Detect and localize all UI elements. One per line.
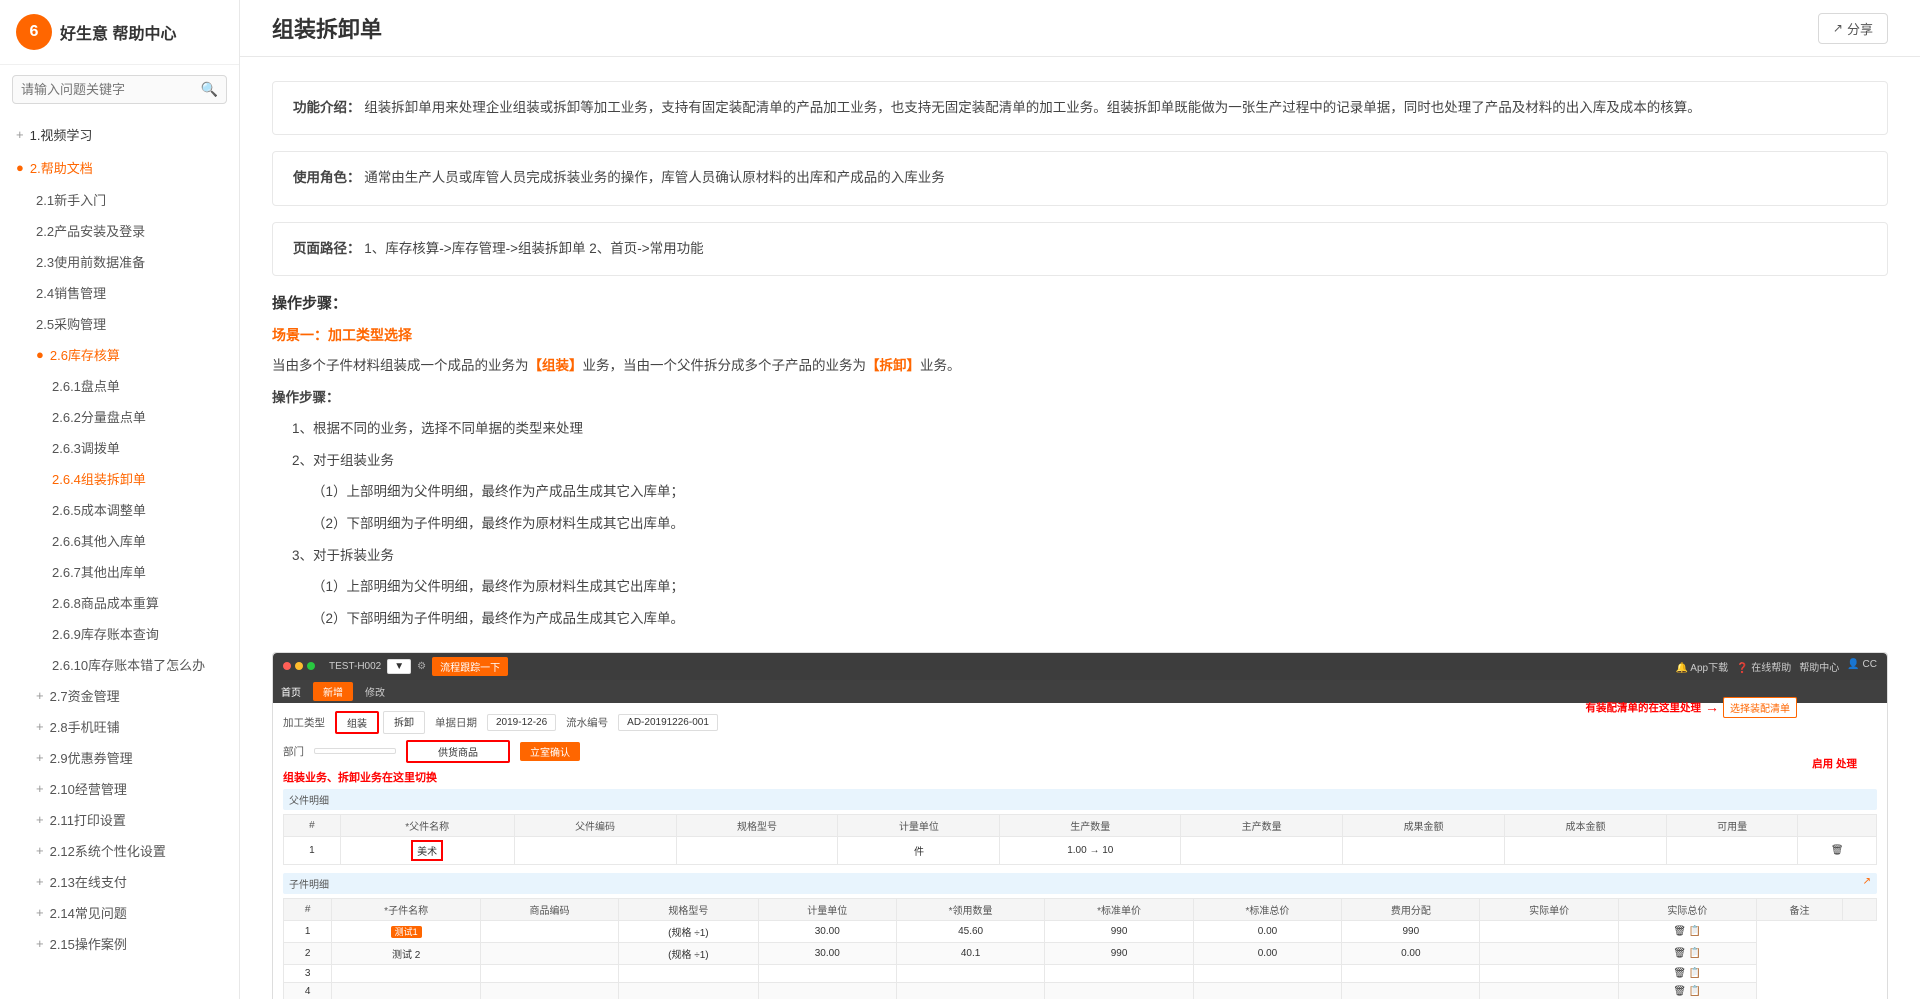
table-row: 2 测试 2 (规格 ÷1) 30.00 40.1 990 0.00 0.00 [284,942,1877,964]
app-screenshot: TEST-H002 ▼ ⚙ 流程跟踪一下 🔔 App下载 ❓ 在线帮助 帮助中心… [273,653,1887,999]
collapse-sub-icon: ● [36,347,44,362]
type-btn-assembly[interactable]: 组装 [335,711,379,734]
lower-table: # *子件名称 商品编码 规格型号 计量单位 *领用数量 *标准单价 *标准总价… [283,898,1877,999]
search-icon[interactable]: 🔍 [201,81,218,98]
sidebar-item-sales[interactable]: 2.4销售管理 [0,277,239,308]
annotation2: 组装业务、拆卸业务在这里切换 [283,769,437,785]
table-row: 4 🗑 📋 [284,982,1877,999]
sidebar-item-fund[interactable]: + 2.7资金管理 [0,680,239,711]
sidebar-item-other-in[interactable]: 2.6.6其他入库单 [0,525,239,556]
path-intro-label: 页面路径： [293,241,361,256]
sidebar-item-new-user[interactable]: 2.1新手入门 [0,184,239,215]
sidebar-item-custom[interactable]: + 2.12系统个性化设置 [0,835,239,866]
annotation1: 有装配清单的在这里处理 [1586,700,1702,715]
step2: 2、对于组装业务 [292,448,1888,474]
sidebar-item-cases[interactable]: + 2.15操作案例 [0,928,239,959]
sidebar-item-docs[interactable]: ● 2.帮助文档 [0,151,239,184]
step3-2: （2）下部明细为子件明细，最终作为产成品生成其它入库单。 [312,606,1888,632]
table-row: 1 美术 件 1.00 → 10 🗑 [284,836,1877,864]
step2-1: （1）上部明细为父件明细，最终作为产成品生成其它入库单； [312,479,1888,505]
annotation3: 启用 处理 [1812,756,1857,771]
page-title: 组装拆卸单 [272,12,382,44]
sidebar-item-purchase[interactable]: 2.5采购管理 [0,308,239,339]
sidebar-item-assembly[interactable]: 2.6.4组装拆卸单 [0,463,239,494]
confirm-btn[interactable]: 立室确认 [520,742,580,761]
sidebar-item-adjust[interactable]: 2.6.3调拨单 [0,432,239,463]
share-button[interactable]: ↗ 分享 [1818,13,1888,44]
sidebar-item-stock-error[interactable]: 2.6.10库存账本错了怎么办 [0,649,239,680]
search-goods[interactable]: 供货商品 [406,740,510,763]
func-intro-label: 功能介绍： [293,100,361,115]
func-intro-block: 功能介绍： 组装拆卸单用来处理企业组装或拆卸等加工业务，支持有固定装配清单的产品… [272,81,1888,135]
content-area: 功能介绍： 组装拆卸单用来处理企业组装或拆卸等加工业务，支持有固定装配清单的产品… [240,57,1920,999]
role-intro-text: 通常由生产人员或库管人员完成拆装业务的操作，库管人员确认原材料的出库和产成品的入… [364,170,945,185]
process-btn[interactable]: 流程跟踪一下 [432,657,508,676]
role-intro-block: 使用角色： 通常由生产人员或库管人员完成拆装业务的操作，库管人员确认原材料的出库… [272,151,1888,205]
search-box[interactable]: 🔍 [12,75,227,104]
step1: 1、根据不同的业务，选择不同单据的类型来处理 [292,416,1888,442]
expand-icon: + [16,127,24,142]
sidebar-item-coupon[interactable]: + 2.9优惠券管理 [0,742,239,773]
sidebar-item-mobile[interactable]: + 2.8手机旺铺 [0,711,239,742]
sidebar-item-inventory[interactable]: ● 2.6库存核算 [0,339,239,370]
scene1-heading: 场景一：加工类型选择 [272,325,1888,345]
step3-1: （1）上部明细为父件明细，最终作为原材料生成其它出库单； [312,574,1888,600]
sidebar-item-stock-check[interactable]: 2.6.9库存账本查询 [0,618,239,649]
sidebar-item-video[interactable]: + 1.视频学习 [0,118,239,151]
path-intro-block: 页面路径： 1、库存核算->库存管理->组装拆卸单 2、首页->常用功能 [272,222,1888,276]
upper-table: # *父件名称 父件编码 规格型号 计量单位 生产数量 主产数量 成果金额 成本… [283,814,1877,865]
path-intro-text: 1、库存核算->库存管理->组装拆卸单 2、首页->常用功能 [364,241,703,256]
main-content: 组装拆卸单 ↗ 分享 功能介绍： 组装拆卸单用来处理企业组装或拆卸等加工业务，支… [240,0,1920,999]
step2-2: （2）下部明细为子件明细，最终作为原材料生成其它出库单。 [312,511,1888,537]
collapse-icon: ● [16,160,24,175]
type-btn-disassemble[interactable]: 拆卸 [383,711,425,734]
sidebar-header: 6 好生意 帮助中心 [0,0,239,65]
sidebar-item-prep[interactable]: 2.3使用前数据准备 [0,246,239,277]
screenshot-container: TEST-H002 ▼ ⚙ 流程跟踪一下 🔔 App下载 ❓ 在线帮助 帮助中心… [272,652,1888,999]
sidebar-item-stocktake[interactable]: 2.6.1盘点单 [0,370,239,401]
table-row: 3 🗑 📋 [284,964,1877,982]
ops-label: 操作步骤： [272,385,1888,411]
sidebar-item-other-out[interactable]: 2.6.7其他出库单 [0,556,239,587]
logo-icon: 6 [16,14,52,50]
ops-heading: 操作步骤： [272,292,1888,313]
sidebar-item-partial-stock[interactable]: 2.6.2分量盘点单 [0,401,239,432]
bill-value[interactable]: AD-20191226-001 [618,714,718,731]
sidebar: 6 好生意 帮助中心 🔍 + 1.视频学习 ● 2.帮助文档 2.1新手入门 2… [0,0,240,999]
share-icon: ↗ [1833,21,1843,35]
app-title: 好生意 帮助中心 [60,20,176,44]
sidebar-item-ops[interactable]: + 2.10经营管理 [0,773,239,804]
sidebar-item-online-pay[interactable]: + 2.13在线支付 [0,866,239,897]
top-bar: 组装拆卸单 ↗ 分享 [240,0,1920,57]
step3: 3、对于拆装业务 [292,543,1888,569]
sidebar-item-print[interactable]: + 2.11打印设置 [0,804,239,835]
sidebar-item-install[interactable]: 2.2产品安装及登录 [0,215,239,246]
screenshot-top-id: TEST-H002 [329,661,381,672]
role-intro-label: 使用角色： [293,170,361,185]
date-value[interactable]: 2019-12-26 [487,714,556,731]
search-input[interactable] [21,82,201,97]
sidebar-item-faq[interactable]: + 2.14常见问题 [0,897,239,928]
scene1-desc1: 当由多个子件材料组装成一个成品的业务为【组装】业务，当由一个父件拆分成多个子产品… [272,353,1888,379]
func-intro-text: 组装拆卸单用来处理企业组装或拆卸等加工业务，支持有固定装配清单的产品加工业务，也… [364,100,1701,115]
sidebar-item-cost-adjust[interactable]: 2.6.5成本调整单 [0,494,239,525]
nav-section: + 1.视频学习 ● 2.帮助文档 2.1新手入门 2.2产品安装及登录 2.3… [0,114,239,963]
annotation1-btn[interactable]: 选择装配清单 [1723,697,1797,718]
table-row: 1 测试1 (规格 ÷1) 30.00 45.60 990 0.00 990 [284,920,1877,942]
scene1-section: 场景一：加工类型选择 当由多个子件材料组装成一个成品的业务为【组装】业务，当由一… [272,325,1888,632]
sidebar-item-cost-calc[interactable]: 2.6.8商品成本重算 [0,587,239,618]
